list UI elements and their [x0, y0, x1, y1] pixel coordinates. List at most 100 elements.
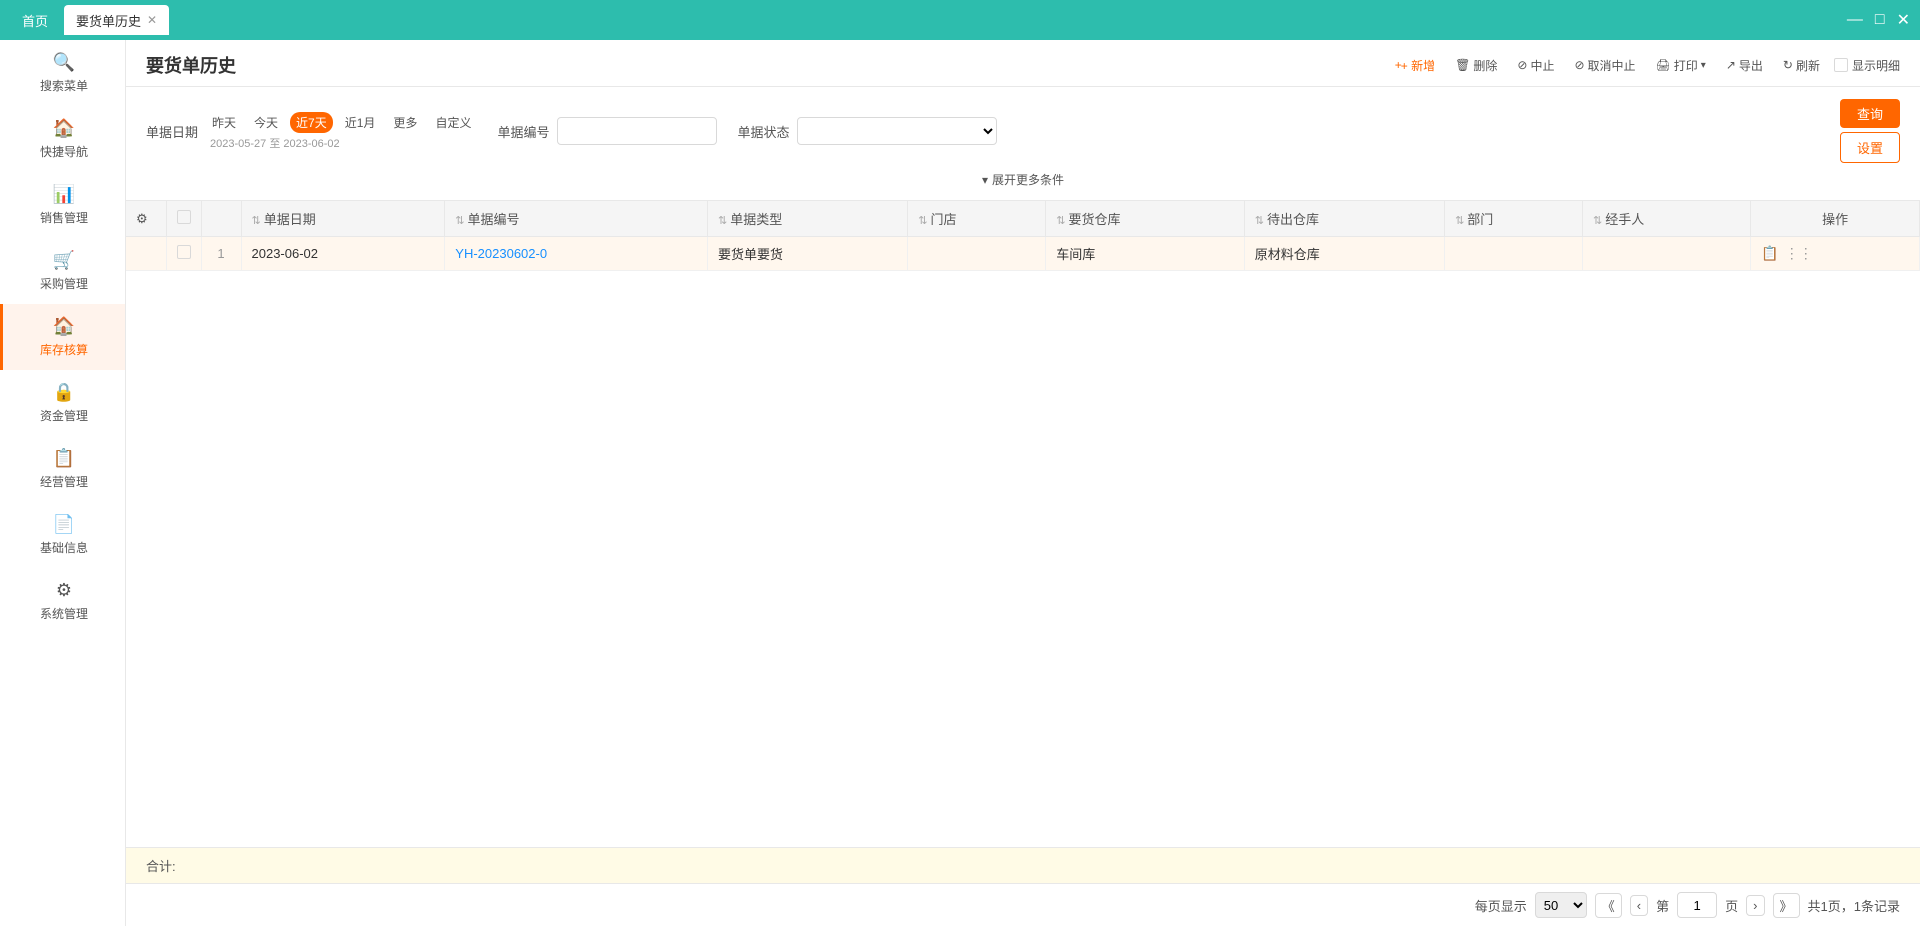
sidebar-item-purchase-mgmt[interactable]: 🛒 采购管理 — [0, 238, 125, 304]
settings-button[interactable]: 设置 — [1840, 132, 1900, 163]
filter-doc-status: 单据状态 — [737, 117, 997, 145]
th-doc-type[interactable]: 单据类型 — [707, 201, 907, 237]
shortcut-1month[interactable]: 近1月 — [339, 112, 382, 133]
stop-icon: ⊘ — [1517, 58, 1527, 72]
maximize-icon[interactable]: □ — [1875, 11, 1885, 29]
first-page-button[interactable]: 《 — [1595, 893, 1622, 918]
table-body: 1 2023-06-02 YH-20230602-0 要货单要货 车间库 原材料… — [126, 237, 1920, 271]
row-checkbox-col — [166, 237, 201, 271]
tab-home[interactable]: 首页 — [10, 5, 60, 35]
th-pending-warehouse[interactable]: 待出仓库 — [1244, 201, 1444, 237]
sidebar-item-asset-mgmt[interactable]: 🔒 资金管理 — [0, 370, 125, 436]
table-area: ⚙ 单据日期 单据编号 单据类型 门店 要货仓库 待出仓库 部门 经手人 — [126, 201, 1920, 847]
stop-button[interactable]: ⊘ 中止 — [1511, 53, 1560, 78]
basic-info-icon: 📄 — [53, 514, 75, 535]
row-doc-type: 要货单要货 — [707, 237, 907, 271]
delete-icon: 🗑 — [1455, 58, 1470, 72]
th-req-warehouse[interactable]: 要货仓库 — [1046, 201, 1245, 237]
next-page-button[interactable]: › — [1746, 895, 1764, 916]
doc-status-select[interactable] — [797, 117, 997, 145]
refresh-button[interactable]: ↻ 刷新 — [1777, 53, 1826, 78]
row-settings-col — [126, 237, 166, 271]
row-handler — [1583, 237, 1751, 271]
page-title-bar: 要货单历史 + + 新增 🗑 删除 ⊘ 中止 ⊘ 取消中止 — [126, 40, 1920, 87]
table-header: ⚙ 单据日期 单据编号 单据类型 门店 要货仓库 待出仓库 部门 经手人 — [126, 201, 1920, 237]
cancel-stop-button[interactable]: ⊘ 取消中止 — [1568, 53, 1641, 78]
doc-no-input[interactable] — [557, 117, 717, 145]
sys-mgmt-icon: ⚙ — [56, 580, 72, 601]
export-button[interactable]: ↗ 导出 — [1720, 53, 1769, 78]
sidebar-item-ops-mgmt[interactable]: 📋 经营管理 — [0, 436, 125, 502]
page-prefix-label: 第 — [1656, 896, 1669, 915]
shortcut-custom[interactable]: 自定义 — [429, 112, 477, 133]
shortcut-today[interactable]: 今天 — [248, 112, 284, 133]
row-doc-date: 2023-06-02 — [241, 237, 445, 271]
sidebar-item-basic-info[interactable]: 📄 基础信息 — [0, 502, 125, 568]
query-button[interactable]: 查询 — [1840, 99, 1900, 128]
minimize-icon[interactable]: — — [1847, 11, 1863, 29]
purchase-mgmt-icon: 🛒 — [53, 250, 75, 271]
print-dropdown-icon: ▾ — [1701, 60, 1706, 71]
table-row: 1 2023-06-02 YH-20230602-0 要货单要货 车间库 原材料… — [126, 237, 1920, 271]
filter-row: 单据日期 昨天 今天 近7天 近1月 更多 自定义 2023-05-27 至 2… — [146, 99, 1900, 163]
sidebar: 🔍 搜索菜单 🏠 快捷导航 📊 销售管理 🛒 采购管理 🏠 库存核算 🔒 资金管… — [0, 40, 126, 926]
th-store[interactable]: 门店 — [908, 201, 1046, 237]
doc-no-link[interactable]: YH-20230602-0 — [455, 246, 547, 261]
close-window-icon[interactable]: ✕ — [1897, 10, 1910, 30]
show-detail-toggle[interactable]: 显示明细 — [1834, 57, 1900, 74]
print-icon: 🖨 — [1656, 58, 1671, 72]
doc-date-label: 单据日期 — [146, 122, 198, 141]
row-checkbox[interactable] — [177, 245, 191, 259]
page-number-input[interactable] — [1677, 892, 1717, 918]
shortcut-more[interactable]: 更多 — [387, 112, 423, 133]
quick-nav-icon: 🏠 — [53, 118, 75, 139]
delete-button[interactable]: 🗑 删除 — [1449, 53, 1503, 78]
main-layout: 🔍 搜索菜单 🏠 快捷导航 📊 销售管理 🛒 采购管理 🏠 库存核算 🔒 资金管… — [0, 40, 1920, 926]
th-department[interactable]: 部门 — [1445, 201, 1583, 237]
shortcut-7days[interactable]: 近7天 — [290, 112, 333, 133]
sidebar-item-sys-mgmt[interactable]: ⚙ 系统管理 — [0, 568, 125, 634]
filter-actions: 查询 设置 — [1840, 99, 1900, 163]
filter-doc-date: 单据日期 昨天 今天 近7天 近1月 更多 自定义 2023-05-27 至 2… — [146, 112, 477, 151]
sidebar-item-search-menu[interactable]: 🔍 搜索菜单 — [0, 40, 125, 106]
sidebar-item-sales-mgmt[interactable]: 📊 销售管理 — [0, 172, 125, 238]
page-size-select[interactable]: 50 100 200 — [1535, 892, 1587, 918]
row-pending-warehouse: 原材料仓库 — [1244, 237, 1444, 271]
date-filter-group: 昨天 今天 近7天 近1月 更多 自定义 2023-05-27 至 2023-0… — [206, 112, 477, 151]
inventory-icon: 🏠 — [53, 316, 75, 337]
print-button[interactable]: 🖨 打印 ▾ — [1650, 53, 1712, 78]
th-action: 操作 — [1751, 201, 1920, 237]
row-edit-icon[interactable]: 📋 — [1761, 245, 1778, 262]
last-page-button[interactable]: 》 — [1773, 893, 1800, 918]
tab-requisition-history[interactable]: 要货单历史 ✕ — [64, 5, 169, 35]
top-bar: 首页 要货单历史 ✕ — □ ✕ — [0, 0, 1920, 40]
sidebar-item-quick-nav[interactable]: 🏠 快捷导航 — [0, 106, 125, 172]
window-controls: — □ ✕ — [1847, 10, 1910, 30]
page-size-label: 每页显示 — [1475, 896, 1527, 915]
sum-label: 合计: — [146, 856, 176, 875]
sidebar-item-inventory[interactable]: 🏠 库存核算 — [0, 304, 125, 370]
shortcut-yesterday[interactable]: 昨天 — [206, 112, 242, 133]
doc-status-label: 单据状态 — [737, 122, 789, 141]
row-req-warehouse: 车间库 — [1046, 237, 1245, 271]
row-store — [908, 237, 1046, 271]
row-more-icon[interactable]: ⋮⋮ — [1785, 245, 1813, 262]
content-area: 要货单历史 + + 新增 🗑 删除 ⊘ 中止 ⊘ 取消中止 — [126, 40, 1920, 926]
th-doc-date[interactable]: 单据日期 — [241, 201, 445, 237]
cancel-stop-icon: ⊘ — [1574, 58, 1584, 72]
sales-mgmt-icon: 📊 — [53, 184, 75, 205]
close-tab-icon[interactable]: ✕ — [147, 13, 157, 27]
th-settings: ⚙ — [126, 201, 166, 237]
date-range-display: 2023-05-27 至 2023-06-02 — [210, 135, 477, 151]
show-detail-checkbox[interactable] — [1834, 58, 1848, 72]
expand-more-icon: ▾ — [982, 173, 988, 187]
th-doc-no[interactable]: 单据编号 — [445, 201, 708, 237]
prev-page-button[interactable]: ‹ — [1630, 895, 1648, 916]
doc-no-label: 单据编号 — [497, 122, 549, 141]
select-all-checkbox[interactable] — [177, 210, 191, 224]
filter-doc-no: 单据编号 — [497, 117, 717, 145]
settings-col-icon[interactable]: ⚙ — [136, 211, 148, 226]
th-handler[interactable]: 经手人 — [1583, 201, 1751, 237]
expand-more-button[interactable]: ▾ 展开更多条件 — [146, 171, 1900, 188]
new-button[interactable]: + + 新增 — [1389, 53, 1441, 78]
